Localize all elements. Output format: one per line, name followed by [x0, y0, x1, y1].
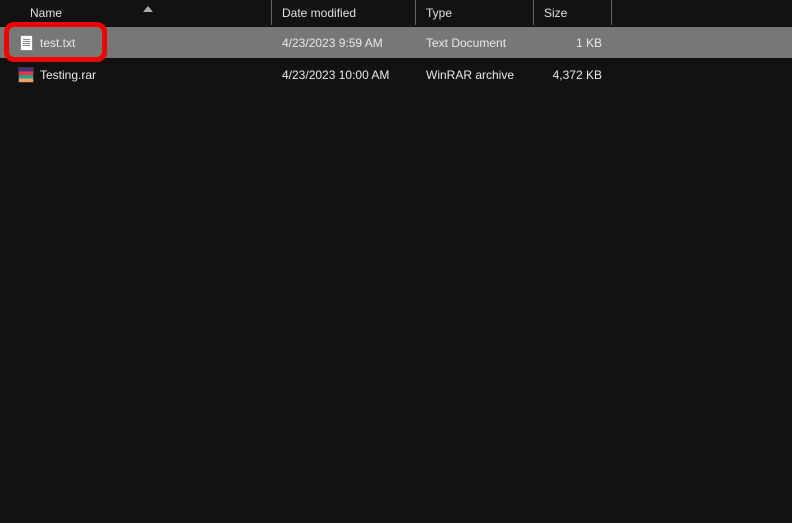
file-size-label: 4,372 KB — [553, 68, 602, 82]
file-name-cell: test.txt — [0, 27, 272, 58]
file-date-cell: 4/23/2023 10:00 AM — [272, 59, 416, 90]
file-date-cell: 4/23/2023 9:59 AM — [272, 27, 416, 58]
column-header-name-label: Name — [30, 6, 62, 20]
file-type-label: Text Document — [426, 36, 506, 50]
rar-archive-icon — [18, 67, 34, 83]
file-explorer: Name Date modified Type Size test.txt 4/… — [0, 0, 792, 523]
column-header-date-label: Date modified — [282, 6, 356, 20]
column-header-type[interactable]: Type — [416, 0, 534, 25]
column-header-size[interactable]: Size — [534, 0, 612, 25]
file-type-cell: WinRAR archive — [416, 59, 534, 90]
column-header-name[interactable]: Name — [0, 0, 272, 25]
text-file-icon — [18, 35, 34, 51]
file-type-cell: Text Document — [416, 27, 534, 58]
column-header-date[interactable]: Date modified — [272, 0, 416, 25]
file-type-label: WinRAR archive — [426, 68, 514, 82]
file-name-label: Testing.rar — [40, 68, 96, 82]
sort-ascending-icon — [143, 6, 153, 12]
file-size-cell: 4,372 KB — [534, 59, 612, 90]
column-header-type-label: Type — [426, 6, 452, 20]
file-date-label: 4/23/2023 10:00 AM — [282, 68, 389, 82]
file-size-cell: 1 KB — [534, 27, 612, 58]
file-name-cell: Testing.rar — [0, 59, 272, 90]
file-row[interactable]: Testing.rar 4/23/2023 10:00 AM WinRAR ar… — [0, 59, 792, 90]
file-date-label: 4/23/2023 9:59 AM — [282, 36, 383, 50]
column-headers: Name Date modified Type Size — [0, 0, 792, 26]
file-size-label: 1 KB — [576, 36, 602, 50]
file-list: test.txt 4/23/2023 9:59 AM Text Document… — [0, 27, 792, 90]
file-name-label: test.txt — [40, 36, 75, 50]
file-row[interactable]: test.txt 4/23/2023 9:59 AM Text Document… — [0, 27, 792, 58]
column-header-size-label: Size — [544, 6, 567, 20]
column-header-spacer — [612, 0, 792, 25]
